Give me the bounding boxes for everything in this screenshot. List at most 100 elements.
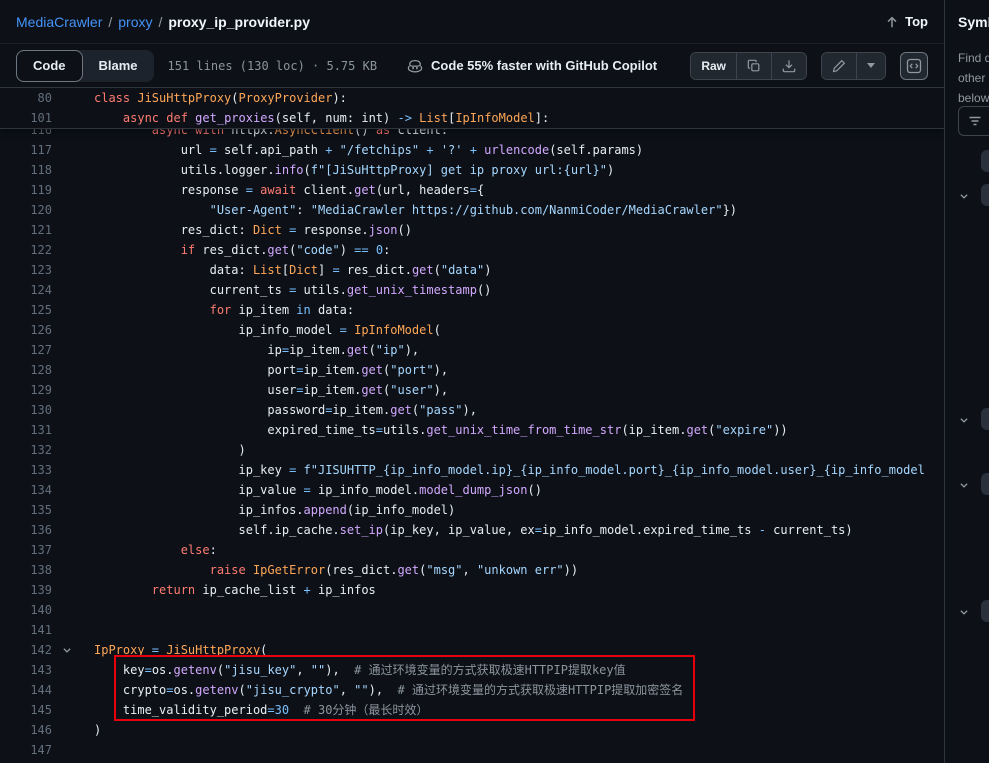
copilot-banner[interactable]: Code 55% faster with GitHub Copilot [407, 58, 657, 74]
line-number[interactable]: 132 [0, 440, 52, 460]
breadcrumb-repo-link[interactable]: MediaCrawler [16, 14, 102, 30]
chevron-down-icon[interactable] [959, 415, 969, 425]
code-text: url = self.api_path + "/fetchips" + '?' … [94, 140, 643, 160]
symbol-item[interactable] [981, 473, 989, 495]
collapse-toggle [52, 600, 94, 620]
clipped-line: 116 async with httpx.AsyncClient() as cl… [0, 129, 944, 140]
code-text: data: List[Dict] = res_dict.get("data") [94, 260, 491, 280]
line-number[interactable]: 118 [0, 160, 52, 180]
collapse-toggle [52, 440, 94, 460]
line-number[interactable]: 128 [0, 360, 52, 380]
line-number[interactable]: 139 [0, 580, 52, 600]
copilot-icon [407, 58, 423, 74]
line-number[interactable]: 123 [0, 260, 52, 280]
symbol-item[interactable] [981, 150, 989, 172]
symbol-item[interactable] [981, 184, 989, 206]
collapse-toggle [52, 660, 94, 680]
line-number[interactable]: 127 [0, 340, 52, 360]
line-number[interactable]: 147 [0, 740, 52, 760]
top-label: Top [905, 14, 928, 29]
line-number[interactable]: 130 [0, 400, 52, 420]
line-number[interactable]: 144 [0, 680, 52, 700]
collapse-toggle[interactable] [52, 640, 94, 660]
copy-button[interactable] [736, 53, 771, 79]
edit-button[interactable] [822, 53, 856, 79]
download-button[interactable] [771, 53, 806, 79]
collapse-toggle [52, 220, 94, 240]
code-line: 139 return ip_cache_list + ip_infos [0, 580, 944, 600]
line-number[interactable]: 124 [0, 280, 52, 300]
symbol-expand-toggle[interactable] [959, 604, 969, 622]
code-text: response = await client.get(url, headers… [94, 180, 484, 200]
code-text: port=ip_item.get("port"), [94, 360, 448, 380]
code-lines: 117 url = self.api_path + "/fetchips" + … [0, 140, 944, 760]
chevron-down-icon[interactable] [62, 645, 72, 655]
code-line: 124 current_ts = utils.get_unix_timestam… [0, 280, 944, 300]
line-number[interactable]: 101 [0, 108, 52, 128]
chevron-down-icon[interactable] [959, 191, 969, 201]
tab-blame[interactable]: Blame [83, 50, 154, 82]
line-number[interactable]: 126 [0, 320, 52, 340]
collapse-toggle [52, 160, 94, 180]
raw-button[interactable]: Raw [691, 53, 736, 79]
line-number[interactable]: 122 [0, 240, 52, 260]
line-number[interactable]: 135 [0, 500, 52, 520]
tab-code[interactable]: Code [16, 50, 83, 82]
symbols-panel-toggle[interactable] [900, 52, 928, 80]
line-number[interactable]: 119 [0, 180, 52, 200]
line-number[interactable]: 137 [0, 540, 52, 560]
code-line: 143 key=os.getenv("jisu_key", ""), # 通过环… [0, 660, 944, 680]
collapse-toggle [52, 620, 94, 640]
line-number[interactable]: 120 [0, 200, 52, 220]
line-number[interactable]: 80 [0, 88, 52, 108]
line-number[interactable]: 117 [0, 140, 52, 160]
symbol-item[interactable] [981, 408, 989, 430]
line-number[interactable]: 141 [0, 620, 52, 640]
code-text: utils.logger.info(f"[JiSuHttpProxy] get … [94, 160, 614, 180]
copilot-label: Code 55% faster with GitHub Copilot [431, 58, 657, 73]
code-text: key=os.getenv("jisu_key", ""), # 通过环境变量的… [94, 660, 626, 680]
symbol-item[interactable] [981, 600, 989, 622]
chevron-down-icon[interactable] [959, 480, 969, 490]
line-number[interactable]: 138 [0, 560, 52, 580]
code-line: 137 else: [0, 540, 944, 560]
code-text: password=ip_item.get("pass"), [94, 400, 477, 420]
line-number[interactable]: 146 [0, 720, 52, 740]
line-number[interactable]: 145 [0, 700, 52, 720]
breadcrumb-folder-link[interactable]: proxy [118, 14, 152, 30]
line-number[interactable]: 136 [0, 520, 52, 540]
line-number[interactable]: 125 [0, 300, 52, 320]
collapse-toggle [52, 700, 94, 720]
line-number[interactable]: 142 [0, 640, 52, 660]
pencil-icon [832, 59, 846, 73]
symbol-expand-toggle[interactable] [959, 188, 969, 206]
line-number[interactable]: 134 [0, 480, 52, 500]
chevron-down-icon[interactable] [959, 607, 969, 617]
symbol-expand-toggle[interactable] [959, 412, 969, 430]
download-icon [782, 59, 796, 73]
code-text: IpProxy = JiSuHttpProxy( [94, 640, 267, 660]
code-line: 117 url = self.api_path + "/fetchips" + … [0, 140, 944, 160]
code-text: ip=ip_item.get("ip"), [94, 340, 419, 360]
line-number[interactable]: 140 [0, 600, 52, 620]
code-line: 134 ip_value = ip_info_model.model_dump_… [0, 480, 944, 500]
symbols-filter-input[interactable] [958, 106, 989, 136]
line-number[interactable]: 131 [0, 420, 52, 440]
breadcrumb-separator: / [108, 14, 112, 30]
code-text: ip_info_model = IpInfoModel( [94, 320, 441, 340]
line-number[interactable]: 143 [0, 660, 52, 680]
code-line: 121 res_dict: Dict = response.json() [0, 220, 944, 240]
edit-dropdown-button[interactable] [856, 53, 885, 79]
code-line: 132 ) [0, 440, 944, 460]
symbol-expand-toggle[interactable] [959, 477, 969, 495]
line-number[interactable]: 133 [0, 460, 52, 480]
line-number[interactable]: 129 [0, 380, 52, 400]
code-text: class JiSuHttpProxy(ProxyProvider): [94, 88, 347, 108]
scroll-to-top-link[interactable]: Top [885, 14, 928, 29]
code-text: res_dict: Dict = response.json() [94, 220, 412, 240]
line-number[interactable]: 121 [0, 220, 52, 240]
collapse-toggle [52, 140, 94, 160]
symbols-panel: Symbols Find definitions and references … [944, 0, 989, 763]
code-line: 135 ip_infos.append(ip_info_model) [0, 500, 944, 520]
line-number[interactable]: 116 [0, 129, 52, 140]
